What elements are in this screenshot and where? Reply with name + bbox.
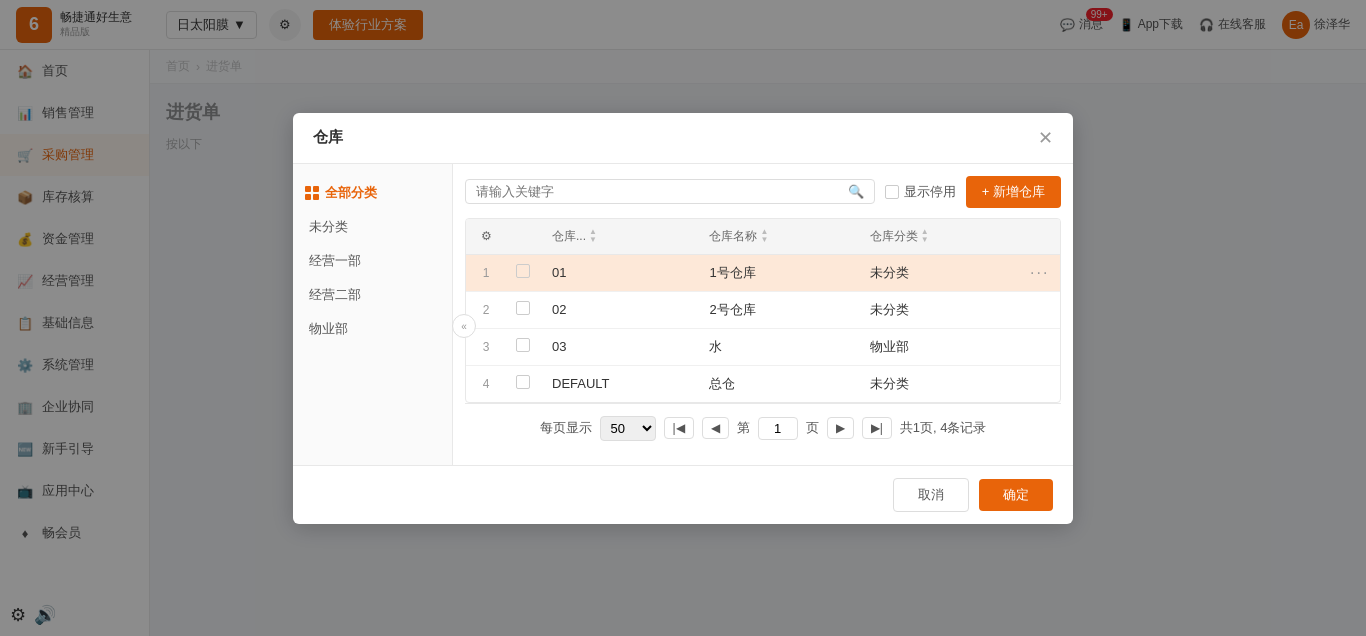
- row-checkbox-cell: [506, 365, 542, 402]
- dialog-category-property[interactable]: 物业部: [293, 312, 452, 346]
- row-more: [1020, 291, 1060, 328]
- row-category: 未分类: [860, 365, 1020, 402]
- first-page-button[interactable]: |◀: [664, 417, 694, 439]
- row-more: [1020, 365, 1060, 402]
- dialog-search-bar: 🔍 显示停用 + 新增仓库: [465, 176, 1061, 208]
- row-category: 未分类: [860, 254, 1020, 291]
- show-disabled-toggle[interactable]: 显示停用: [885, 183, 956, 201]
- dialog-category-sidebar: 全部分类 未分类经营一部经营二部物业部 «: [293, 164, 453, 465]
- col-check: [506, 219, 542, 255]
- dialog-category-unclassified[interactable]: 未分类: [293, 210, 452, 244]
- row-more: ···: [1020, 254, 1060, 291]
- show-disabled-checkbox[interactable]: [885, 185, 899, 199]
- col-settings: ⚙: [466, 219, 506, 255]
- row-name: 2号仓库: [699, 291, 859, 328]
- table-row[interactable]: 2 02 2号仓库 未分类: [466, 291, 1060, 328]
- table-row[interactable]: 4 DEFAULT 总仓 未分类: [466, 365, 1060, 402]
- row-more: [1020, 328, 1060, 365]
- dialog-overlay: 仓库 ✕ 全部分类 未分类经营一部经营二部物业部 «: [0, 0, 1366, 636]
- dialog-category-op1[interactable]: 经营一部: [293, 244, 452, 278]
- row-checkbox-cell: [506, 328, 542, 365]
- last-page-button[interactable]: ▶|: [862, 417, 892, 439]
- row-checkbox-cell: [506, 291, 542, 328]
- col-name: 仓库名称 ▲▼: [699, 219, 859, 255]
- row-checkbox[interactable]: [516, 338, 530, 352]
- row-checkbox-cell: [506, 254, 542, 291]
- add-warehouse-button[interactable]: + 新增仓库: [966, 176, 1061, 208]
- warehouse-dialog: 仓库 ✕ 全部分类 未分类经营一部经营二部物业部 «: [293, 113, 1073, 524]
- row-name: 总仓: [699, 365, 859, 402]
- table-row[interactable]: 3 03 水 物业部: [466, 328, 1060, 365]
- grid-icon: [305, 186, 319, 200]
- dialog-title: 仓库: [313, 128, 343, 147]
- col-actions: [1020, 219, 1060, 255]
- cancel-button[interactable]: 取消: [893, 478, 969, 512]
- search-icon: 🔍: [848, 184, 864, 199]
- page-number-input[interactable]: [758, 417, 798, 440]
- search-input[interactable]: [476, 184, 848, 199]
- row-code: DEFAULT: [542, 365, 699, 402]
- table-row[interactable]: 1 01 1号仓库 未分类 ···: [466, 254, 1060, 291]
- row-checkbox[interactable]: [516, 301, 530, 315]
- row-category: 未分类: [860, 291, 1020, 328]
- prev-page-button[interactable]: ◀: [702, 417, 729, 439]
- collapse-sidebar-button[interactable]: «: [452, 314, 476, 338]
- warehouse-table: ⚙ 仓库... ▲▼ 仓库名称: [465, 218, 1061, 403]
- close-button[interactable]: ✕: [1038, 127, 1053, 149]
- row-category: 物业部: [860, 328, 1020, 365]
- search-input-wrap: 🔍: [465, 179, 875, 204]
- dialog-category-op2[interactable]: 经营二部: [293, 278, 452, 312]
- confirm-button[interactable]: 确定: [979, 479, 1053, 511]
- row-checkbox[interactable]: [516, 264, 530, 278]
- row-name: 1号仓库: [699, 254, 859, 291]
- dialog-right-panel: 🔍 显示停用 + 新增仓库 ⚙: [453, 164, 1073, 465]
- dialog-footer: 取消 确定: [293, 465, 1073, 524]
- dialog-header: 仓库 ✕: [293, 113, 1073, 164]
- dialog-body: 全部分类 未分类经营一部经营二部物业部 « 🔍 显示停用: [293, 164, 1073, 465]
- page-size-select[interactable]: 50 20 100: [600, 416, 656, 441]
- next-page-button[interactable]: ▶: [827, 417, 854, 439]
- col-code: 仓库... ▲▼: [542, 219, 699, 255]
- all-categories-item[interactable]: 全部分类: [293, 176, 452, 210]
- col-category: 仓库分类 ▲▼: [860, 219, 1020, 255]
- dialog-pagination: 每页显示 50 20 100 |◀ ◀ 第 页 ▶ ▶| 共1页, 4条记录: [465, 403, 1061, 453]
- row-code: 02: [542, 291, 699, 328]
- more-button[interactable]: ···: [1030, 264, 1049, 281]
- row-code: 03: [542, 328, 699, 365]
- row-name: 水: [699, 328, 859, 365]
- row-checkbox[interactable]: [516, 375, 530, 389]
- row-code: 01: [542, 254, 699, 291]
- row-index: 4: [466, 365, 506, 402]
- row-index: 1: [466, 254, 506, 291]
